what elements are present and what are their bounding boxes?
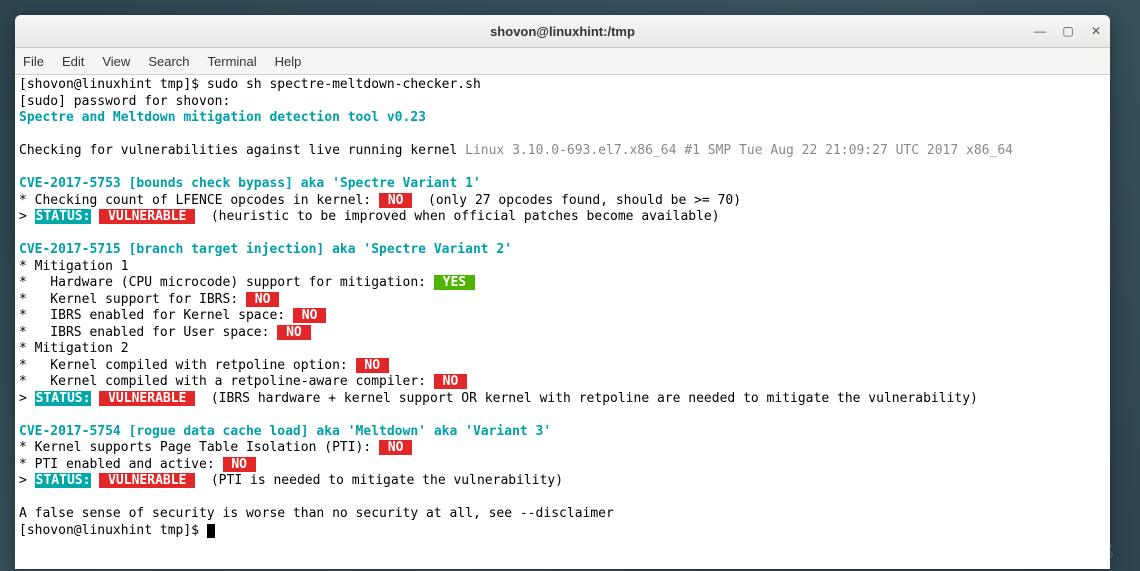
close-button[interactable]: ✕	[1088, 23, 1104, 39]
check-prefix: Checking for vulnerabilities against liv…	[19, 143, 465, 158]
command-text: sudo sh spectre-meltdown-checker.sh	[207, 77, 481, 92]
cve2-line5: * Kernel compiled with retpoline option:	[19, 358, 356, 373]
menu-file[interactable]: File	[23, 54, 44, 69]
window-title: shovon@linuxhint:/tmp	[490, 24, 635, 39]
cve2-mitigation2: * Mitigation 2	[19, 341, 129, 356]
cve1-line1-note: (only 27 opcodes found, should be >= 70)	[412, 193, 741, 208]
badge-no: NO	[223, 457, 256, 472]
cve-5754-heading: CVE-2017-5754 [rogue data cache load] ak…	[19, 424, 551, 439]
cve1-status-note: (heuristic to be improved when official …	[195, 209, 719, 224]
menu-view[interactable]: View	[102, 54, 130, 69]
badge-no: NO	[434, 374, 467, 389]
terminal-window: shovon@linuxhint:/tmp — ▢ ✕ File Edit Vi…	[15, 15, 1110, 569]
gt-marker: >	[19, 209, 35, 224]
badge-no: NO	[246, 292, 279, 307]
cve2-status-note: (IBRS hardware + kernel support OR kerne…	[195, 391, 978, 406]
menu-help[interactable]: Help	[275, 54, 302, 69]
prompt: [shovon@linuxhint tmp]$	[19, 523, 207, 538]
cve2-line4: * IBRS enabled for User space:	[19, 325, 277, 340]
cve-5715-heading: CVE-2017-5715 [branch target injection] …	[19, 242, 512, 257]
desktop-watermark: CENTOS	[993, 539, 1120, 565]
kernel-info: Linux 3.10.0-693.el7.x86_64 #1 SMP Tue A…	[465, 143, 1013, 158]
window-controls: — ▢ ✕	[1032, 23, 1104, 39]
menu-terminal[interactable]: Terminal	[208, 54, 257, 69]
gt-marker: >	[19, 473, 35, 488]
menu-search[interactable]: Search	[148, 54, 189, 69]
badge-no: NO	[293, 308, 326, 323]
prompt: [shovon@linuxhint tmp]$	[19, 77, 207, 92]
cve2-line1: * Hardware (CPU microcode) support for m…	[19, 275, 434, 290]
vulnerable-badge: VULNERABLE	[99, 209, 195, 224]
badge-yes: YES	[434, 275, 475, 290]
cve1-line1: * Checking count of LFENCE opcodes in ke…	[19, 193, 379, 208]
badge-no: NO	[379, 440, 412, 455]
status-label: STATUS:	[35, 473, 92, 488]
badge-no: NO	[379, 193, 412, 208]
cve2-line2: * Kernel support for IBRS:	[19, 292, 246, 307]
vulnerable-badge: VULNERABLE	[99, 473, 195, 488]
cve-5753-heading: CVE-2017-5753 [bounds check bypass] aka …	[19, 176, 481, 191]
badge-no: NO	[356, 358, 389, 373]
cve3-line1: * Kernel supports Page Table Isolation (…	[19, 440, 379, 455]
cve3-line2: * PTI enabled and active:	[19, 457, 223, 472]
titlebar: shovon@linuxhint:/tmp — ▢ ✕	[15, 15, 1110, 48]
menu-edit[interactable]: Edit	[62, 54, 84, 69]
cve2-mitigation1: * Mitigation 1	[19, 259, 129, 274]
gt-marker: >	[19, 391, 35, 406]
disclaimer-line: A false sense of security is worse than …	[19, 506, 614, 521]
cursor-icon	[207, 524, 215, 538]
status-label: STATUS:	[35, 391, 92, 406]
tool-title: Spectre and Meltdown mitigation detectio…	[19, 110, 426, 125]
vulnerable-badge: VULNERABLE	[99, 391, 195, 406]
terminal-output[interactable]: [shovon@linuxhint tmp]$ sudo sh spectre-…	[15, 75, 1110, 569]
cve2-line3: * IBRS enabled for Kernel space:	[19, 308, 293, 323]
menubar: File Edit View Search Terminal Help	[15, 48, 1110, 75]
cve3-status-note: (PTI is needed to mitigate the vulnerabi…	[195, 473, 563, 488]
maximize-button[interactable]: ▢	[1060, 23, 1076, 39]
status-label: STATUS:	[35, 209, 92, 224]
sudo-prompt: [sudo] password for shovon:	[19, 94, 230, 109]
badge-no: NO	[277, 325, 310, 340]
cve2-line6: * Kernel compiled with a retpoline-aware…	[19, 374, 434, 389]
minimize-button[interactable]: —	[1032, 23, 1048, 39]
